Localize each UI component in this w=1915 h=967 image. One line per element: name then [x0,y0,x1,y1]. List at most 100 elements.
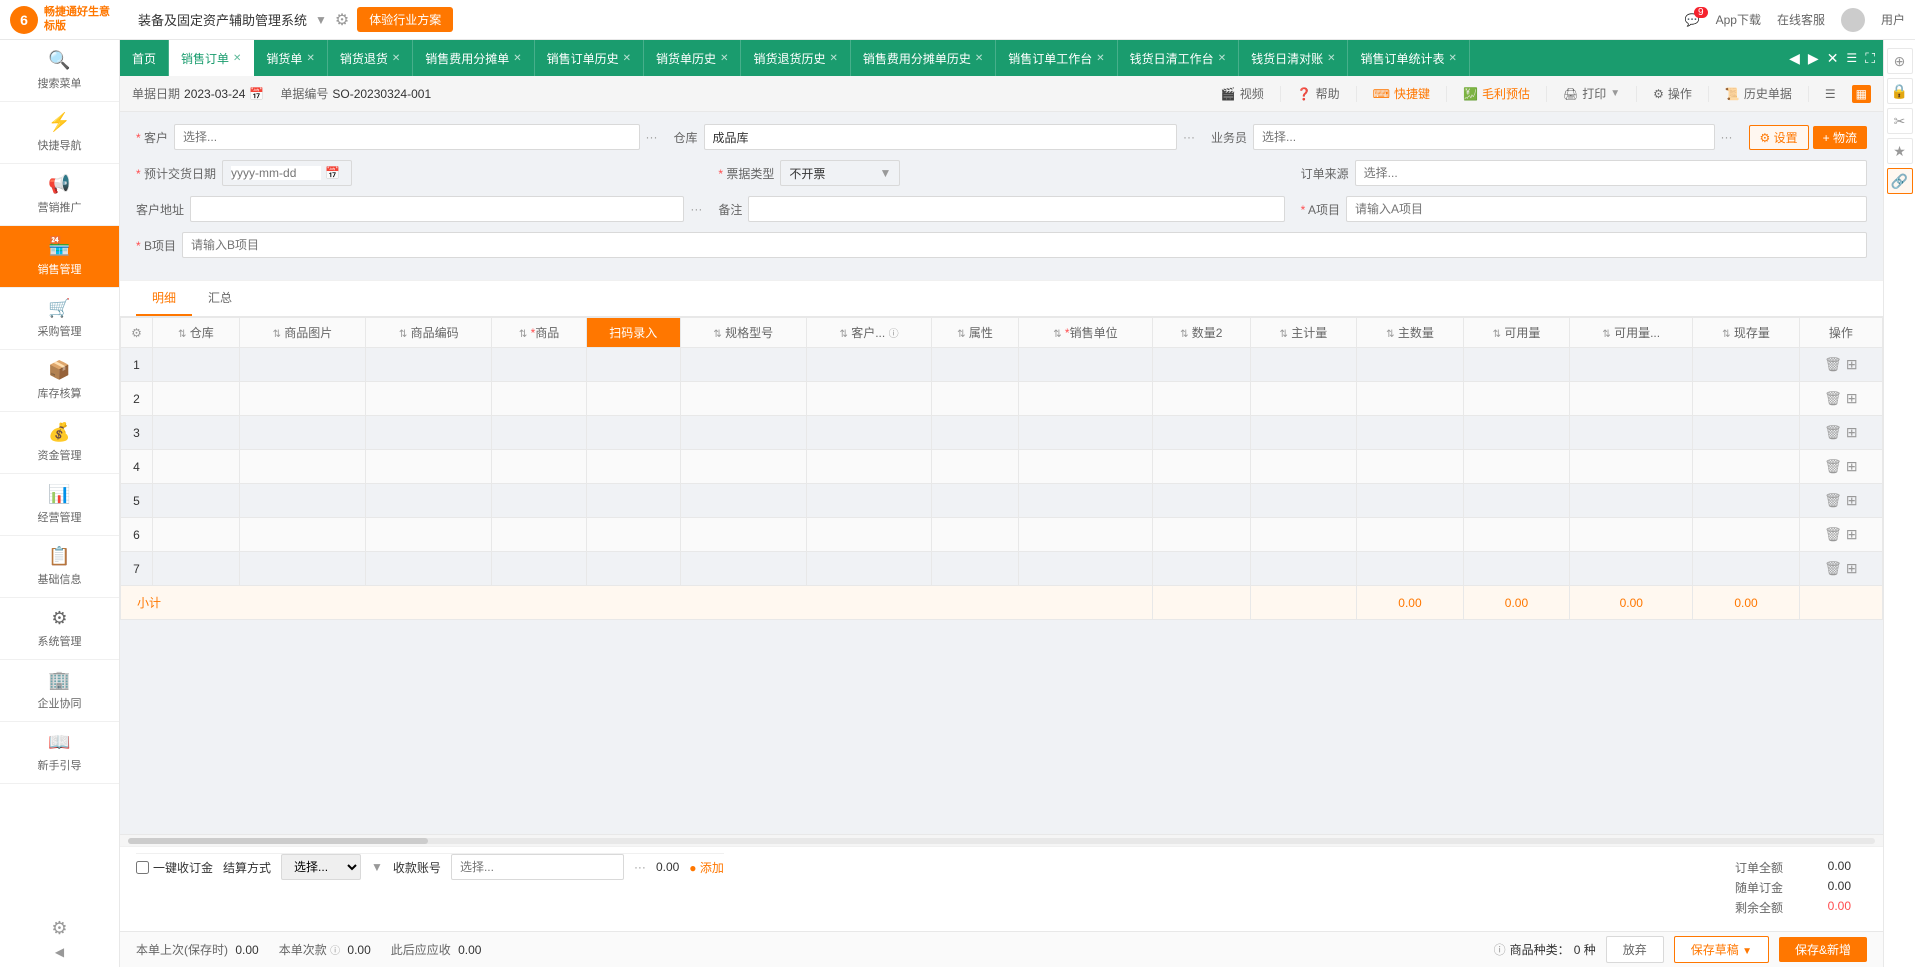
delivery-calendar-icon[interactable]: 📅 [325,166,340,180]
th-gear[interactable]: ⚙ [121,318,153,348]
cell-7-main-qty[interactable] [1357,552,1464,586]
tabs-close-btn[interactable]: ✕ [1823,48,1843,69]
cell-1-attr[interactable] [932,348,1019,382]
cell-4-stock[interactable] [1693,450,1800,484]
account-input[interactable] [451,854,624,880]
cell-5-main-unit[interactable] [1250,484,1357,518]
delete-icon-2[interactable]: 🗑 [1824,390,1842,407]
tab-order-history[interactable]: 销售订单历史 ✕ [535,40,644,76]
cell-3-stock[interactable] [1693,416,1800,450]
cell-1-main-unit[interactable] [1250,348,1357,382]
toolbar-help[interactable]: ❓ 帮助 [1297,85,1340,102]
customer-address-input[interactable] [190,196,684,222]
th-scan[interactable]: 扫码录入 [586,318,680,348]
cell-3-warehouse[interactable] [153,416,240,450]
warehouse-dots[interactable]: ··· [1183,130,1195,144]
cell-2-scan[interactable] [586,382,680,416]
cell-7-main-unit[interactable] [1250,552,1357,586]
cell-3-image[interactable] [239,416,365,450]
horizontal-scrollbar[interactable] [120,834,1883,846]
cell-1-cust[interactable] [806,348,931,382]
cell-5-unit[interactable] [1018,484,1152,518]
app-download-link[interactable]: App下载 [1716,11,1761,28]
cell-1-warehouse[interactable] [153,348,240,382]
remark-input[interactable] [748,196,1284,222]
cell-6-warehouse[interactable] [153,518,240,552]
cell-4-cust[interactable] [806,450,931,484]
cell-6-main-unit[interactable] [1250,518,1357,552]
sidebar-item-enterprise[interactable]: 🏢 企业协同 [0,660,119,722]
tab-order-history-close[interactable]: ✕ [623,53,631,64]
cell-5-image[interactable] [239,484,365,518]
tabs-prev-btn[interactable]: ◀ [1785,48,1804,69]
delete-icon-5[interactable]: 🗑 [1824,492,1842,509]
tabs-next-btn[interactable]: ▶ [1804,48,1823,69]
cell-3-avail2[interactable] [1570,416,1693,450]
cell-2-warehouse[interactable] [153,382,240,416]
save-new-button[interactable]: 保存&新增 [1779,937,1867,962]
cell-4-spec[interactable] [680,450,806,484]
delete-icon-1[interactable]: 🗑 [1824,356,1842,373]
tab-detail[interactable]: 明细 [136,281,192,316]
add-goods-button[interactable]: + 物流 [1813,126,1867,149]
cell-7-avail2[interactable] [1570,552,1693,586]
cell-1-unit[interactable] [1018,348,1152,382]
tab-sales-history-close[interactable]: ✕ [720,53,728,64]
cell-4-warehouse[interactable] [153,450,240,484]
tab-sales-history[interactable]: 销货单历史 ✕ [644,40,741,76]
cell-2-stock[interactable] [1693,382,1800,416]
tabs-fullscreen-btn[interactable]: ⛶ [1861,48,1879,69]
cell-4-product[interactable] [492,450,586,484]
cell-5-stock[interactable] [1693,484,1800,518]
cell-3-unit[interactable] [1018,416,1152,450]
cell-7-image[interactable] [239,552,365,586]
cell-7-spec[interactable] [680,552,806,586]
cell-2-avail[interactable] [1463,382,1570,416]
toolbar-shortcuts[interactable]: ⌨ 快捷键 [1373,85,1430,102]
discard-button[interactable]: 放弃 [1606,936,1664,963]
warehouse-input[interactable] [704,124,1178,150]
tab-summary[interactable]: 汇总 [192,281,248,316]
toolbar-history[interactable]: 📜 历史单据 [1725,85,1792,102]
cell-3-spec[interactable] [680,416,806,450]
tab-daily-workbench[interactable]: 钱货日清工作台 ✕ [1118,40,1239,76]
cell-4-avail[interactable] [1463,450,1570,484]
add-payment-btn[interactable]: ● 添加 [689,859,724,876]
cell-7-product[interactable] [492,552,586,586]
cell-6-cust[interactable] [806,518,931,552]
tab-return-close[interactable]: ✕ [392,53,400,64]
cell-5-avail[interactable] [1463,484,1570,518]
settings-icon[interactable]: ⚙ [335,10,349,30]
calendar-icon[interactable]: 📅 [249,87,264,101]
ticket-dropdown-icon[interactable]: ▼ [879,166,891,180]
account-dots[interactable]: ··· [634,860,646,874]
toolbar-view[interactable]: 🎬 视频 [1221,85,1264,102]
cell-5-main-qty[interactable] [1357,484,1464,518]
cell-3-scan[interactable] [586,416,680,450]
cell-5-warehouse[interactable] [153,484,240,518]
sidebar-item-operation[interactable]: 📊 经营管理 [0,474,119,536]
cell-7-avail[interactable] [1463,552,1570,586]
copy-icon-6[interactable]: ⊞ [1846,526,1858,543]
cell-2-sku[interactable] [366,382,492,416]
sidebar-item-inventory[interactable]: 📦 库存核算 [0,350,119,412]
cell-5-attr[interactable] [932,484,1019,518]
copy-icon-3[interactable]: ⊞ [1846,424,1858,441]
cell-2-product[interactable] [492,382,586,416]
tab-daily-workbench-close[interactable]: ✕ [1218,53,1226,64]
cell-5-qty2[interactable] [1152,484,1250,518]
scroll-thumb[interactable] [128,838,428,844]
cell-5-sku[interactable] [366,484,492,518]
cell-6-product[interactable] [492,518,586,552]
sidebar-item-purchase[interactable]: 🛒 采购管理 [0,288,119,350]
cell-5-scan[interactable] [586,484,680,518]
cell-1-scan[interactable] [586,348,680,382]
cell-3-sku[interactable] [366,416,492,450]
cell-2-unit[interactable] [1018,382,1152,416]
one-click-checkbox-label[interactable]: 一键收订金 [136,859,213,876]
cell-3-cust[interactable] [806,416,931,450]
cell-3-main-unit[interactable] [1250,416,1357,450]
cell-7-qty2[interactable] [1152,552,1250,586]
toolbar-ops[interactable]: ⚙ 操作 [1653,85,1692,102]
cell-6-spec[interactable] [680,518,806,552]
